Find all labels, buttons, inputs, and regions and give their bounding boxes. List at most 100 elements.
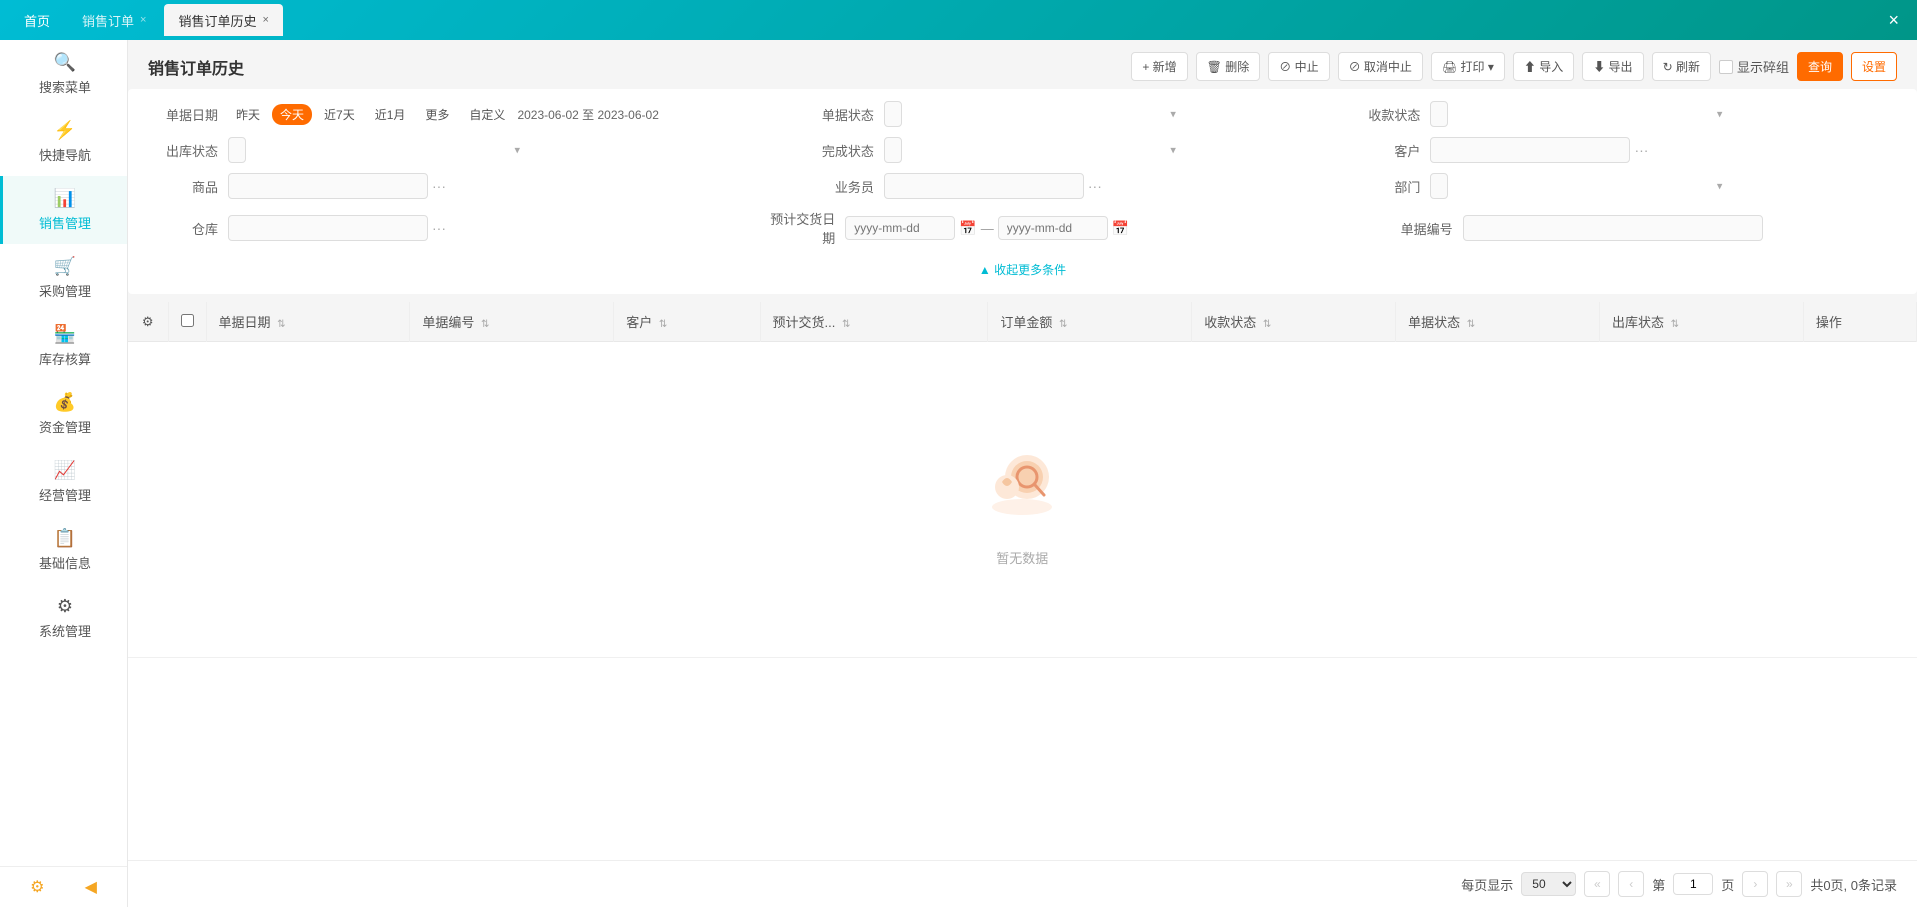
sidebar-item-basic-info-label: 基础信息	[39, 553, 91, 572]
window-close-button[interactable]: ×	[1880, 10, 1907, 31]
tab-sales-order-history-close[interactable]: ×	[262, 14, 268, 26]
col-bill-number-sort: ⇅	[481, 319, 489, 330]
customer-input[interactable]	[1430, 137, 1630, 163]
import-button[interactable]: ⬆ 导入	[1513, 52, 1574, 81]
complete-status-label: 完成状态	[804, 141, 884, 160]
col-bill-status-sort: ⇅	[1467, 319, 1475, 330]
page-prefix: 第	[1652, 875, 1665, 894]
sidebar-item-inventory[interactable]: 🏪 库存核算	[0, 312, 127, 380]
date-btn-7days[interactable]: 近7天	[316, 104, 363, 125]
tab-sales-order-close[interactable]: ×	[140, 14, 146, 26]
sidebar-item-purchase-mgmt[interactable]: 🛒 采购管理	[0, 244, 127, 312]
col-bill-status[interactable]: 单据状态 ⇅	[1396, 302, 1600, 342]
col-customer[interactable]: 客户 ⇅	[614, 302, 760, 342]
refresh-button[interactable]: ↻ 刷新	[1652, 52, 1711, 81]
tab-sales-order-history-label: 销售订单历史	[178, 11, 256, 30]
bill-number-input[interactable]	[1463, 215, 1763, 241]
col-warehouse-status[interactable]: 出库状态 ⇅	[1600, 302, 1804, 342]
tab-sales-order-history[interactable]: 销售订单历史 ×	[164, 4, 282, 36]
col-bill-number[interactable]: 单据编号 ⇅	[410, 302, 614, 342]
salesperson-input[interactable]	[884, 173, 1084, 199]
date-btn-custom[interactable]: 自定义	[461, 104, 513, 125]
goods-input[interactable]	[228, 173, 428, 199]
expected-date-from[interactable]	[845, 216, 955, 240]
calendar-icon-from[interactable]: 📅	[959, 220, 976, 237]
expected-date-label: 预计交货日期	[765, 209, 845, 247]
display-toggle-checkbox[interactable]	[1719, 60, 1733, 74]
collapse-filters-button[interactable]: ▲ 收起更多条件	[148, 257, 1897, 282]
total-info: 共0页, 0条记录	[1810, 875, 1897, 894]
expected-date-to[interactable]	[998, 216, 1108, 240]
department-select[interactable]	[1430, 173, 1448, 199]
main-content: 销售订单历史 + 新增 🗑 删除 ⊘ 中止 ⊘ 取消中止 🖨 打印 ▾ ⬆ 导入…	[128, 40, 1917, 907]
col-bill-date-label: 单据日期	[219, 315, 271, 330]
query-button[interactable]: 查询	[1797, 52, 1843, 81]
finance-icon: 💰	[54, 392, 76, 413]
warehouse-label: 仓库	[148, 219, 228, 238]
settings-button[interactable]: 设置	[1851, 52, 1897, 81]
date-btn-more[interactable]: 更多	[417, 104, 457, 125]
table-header-row: ⚙ 单据日期 ⇅ 单据编号 ⇅ 客户	[128, 302, 1917, 342]
date-btn-1month[interactable]: 近1月	[367, 104, 414, 125]
warehouse-status-select[interactable]	[228, 137, 246, 163]
page-number-input[interactable]	[1673, 873, 1713, 895]
col-checkbox[interactable]	[168, 302, 206, 342]
select-all-checkbox[interactable]	[181, 314, 194, 327]
filter-area: 单据日期 昨天 今天 近7天 近1月 更多 自定义 2023-06-02 至 2…	[128, 89, 1917, 294]
salesperson-ellipsis[interactable]: ···	[1084, 178, 1106, 194]
display-toggle-label[interactable]: 显示碎组	[1719, 57, 1789, 76]
col-warehouse-status-label: 出库状态	[1612, 315, 1664, 330]
receipt-status-select[interactable]	[1430, 101, 1448, 127]
next-page-button[interactable]: ›	[1742, 871, 1768, 897]
customer-ellipsis[interactable]: ···	[1630, 142, 1652, 158]
prev-page-button[interactable]: ‹	[1618, 871, 1644, 897]
col-receipt-status-sort: ⇅	[1263, 319, 1271, 330]
sidebar-item-sales-mgmt[interactable]: 📊 销售管理	[0, 176, 127, 244]
cancel-stop-button[interactable]: ⊘ 取消中止	[1338, 52, 1423, 81]
tab-sales-order-label: 销售订单	[82, 11, 134, 30]
sidebar-item-system-mgmt[interactable]: ⚙ 系统管理	[0, 584, 127, 652]
complete-status-select[interactable]	[884, 137, 902, 163]
export-button[interactable]: ⬇ 导出	[1582, 52, 1643, 81]
delete-button[interactable]: 🗑 删除	[1196, 52, 1261, 81]
first-page-button[interactable]: «	[1584, 871, 1610, 897]
sidebar-collapse-button[interactable]: ◀	[85, 877, 97, 897]
toolbar: + 新增 🗑 删除 ⊘ 中止 ⊘ 取消中止 🖨 打印 ▾ ⬆ 导入 ⬇ 导出 ↻…	[1131, 52, 1897, 81]
date-btn-yesterday[interactable]: 昨天	[228, 104, 268, 125]
sidebar-item-search-menu[interactable]: 🔍 搜索菜单	[0, 40, 127, 108]
sidebar-bottom: ⚙ ◀	[0, 866, 127, 907]
col-order-amount-sort: ⇅	[1059, 319, 1067, 330]
col-settings[interactable]: ⚙	[128, 302, 168, 342]
date-btn-today[interactable]: 今天	[272, 104, 312, 125]
warehouse-status-select-wrapper	[228, 137, 528, 163]
bill-status-select[interactable]	[884, 101, 902, 127]
sidebar-item-basic-info[interactable]: 📋 基础信息	[0, 516, 127, 584]
sidebar-item-finance[interactable]: 💰 资金管理	[0, 380, 127, 448]
display-toggle-text: 显示碎组	[1737, 57, 1789, 76]
col-expected-delivery[interactable]: 预计交货... ⇅	[760, 302, 988, 342]
sidebar-item-operations[interactable]: 📈 经营管理	[0, 448, 127, 516]
col-warehouse-status-sort: ⇅	[1671, 319, 1679, 330]
sidebar-settings-button[interactable]: ⚙	[30, 877, 44, 897]
last-page-button[interactable]: »	[1776, 871, 1802, 897]
calendar-icon-to[interactable]: 📅	[1112, 220, 1129, 237]
stop-button[interactable]: ⊘ 中止	[1268, 52, 1329, 81]
sidebar-item-search-menu-label: 搜索菜单	[39, 77, 91, 96]
goods-ellipsis[interactable]: ···	[428, 178, 450, 194]
inventory-icon: 🏪	[54, 324, 76, 345]
col-customer-sort: ⇅	[659, 319, 667, 330]
col-bill-date-sort: ⇅	[277, 319, 285, 330]
per-page-select[interactable]: 50 10 20 100	[1521, 872, 1576, 896]
sidebar-item-quick-nav[interactable]: ⚡ 快捷导航	[0, 108, 127, 176]
warehouse-ellipsis[interactable]: ···	[428, 220, 450, 236]
tab-home[interactable]: 首页	[10, 5, 64, 36]
col-receipt-status[interactable]: 收款状态 ⇅	[1192, 302, 1396, 342]
col-order-amount[interactable]: 订单金额 ⇅	[988, 302, 1192, 342]
col-operation-label: 操作	[1816, 315, 1842, 330]
new-button[interactable]: + 新增	[1131, 52, 1187, 81]
sidebar-item-operations-label: 经营管理	[39, 485, 91, 504]
warehouse-input[interactable]	[228, 215, 428, 241]
col-bill-date[interactable]: 单据日期 ⇅	[206, 302, 410, 342]
print-button[interactable]: 🖨 打印 ▾	[1431, 52, 1505, 81]
tab-sales-order[interactable]: 销售订单 ×	[68, 4, 160, 36]
